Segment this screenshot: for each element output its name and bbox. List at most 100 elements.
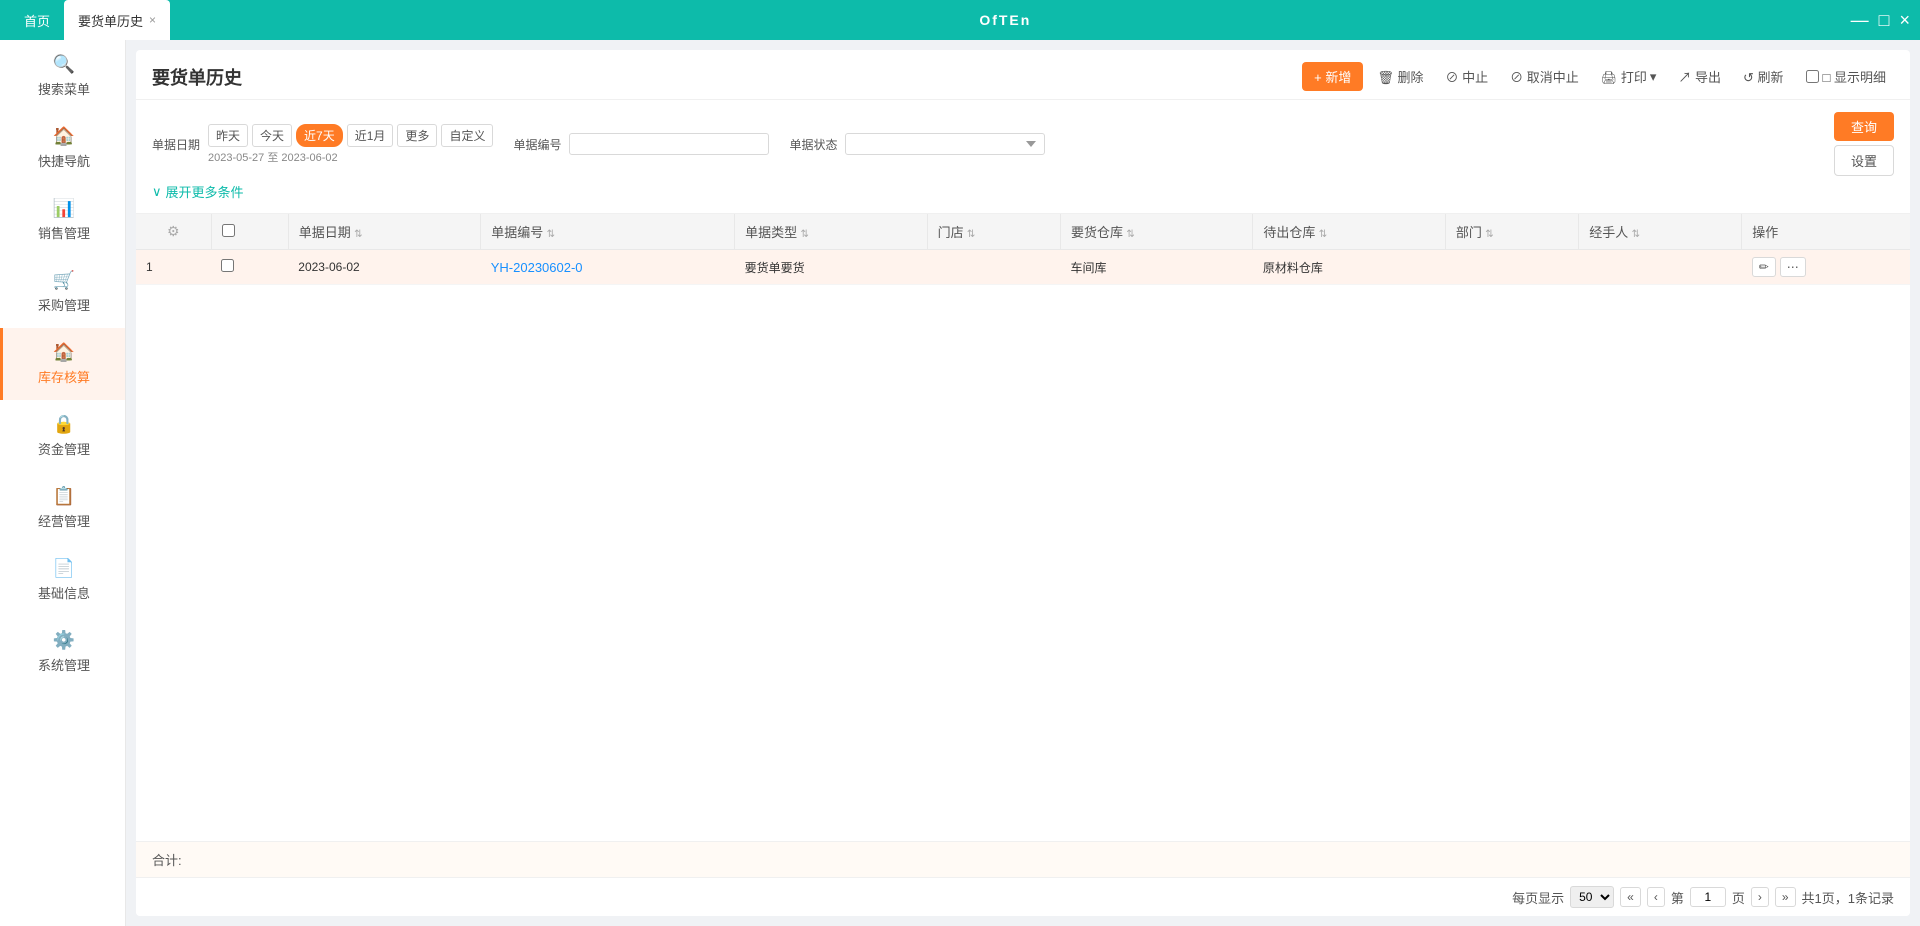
sidebar-item-sys-mgmt-label: 系统管理 (38, 655, 90, 674)
main-layout: 🔍 搜索菜单 🏠 快捷导航 📊 销售管理 🛒 采购管理 🏠 库存核算 🔒 资金管… (0, 40, 1920, 926)
col-pending-warehouse[interactable]: 待出仓库 (1253, 214, 1445, 250)
cancel-stop-button[interactable]: ⊘ 取消中止 (1502, 63, 1587, 90)
tab-requisition-label: 要货单历史 (78, 11, 143, 30)
col-req-warehouse[interactable]: 要货仓库 (1060, 214, 1252, 250)
pagination-bar: 每页显示 50 « ‹ 第 页 › » 共1页，1条记录 (136, 877, 1910, 916)
close-tab-icon[interactable]: × (149, 13, 156, 27)
sidebar-item-search-menu-label: 搜索菜单 (38, 79, 90, 98)
export-label: ↗ 导出 (1678, 67, 1721, 86)
fund-mgmt-icon: 🔒 (53, 414, 75, 435)
page-header: 要货单历史 + 新增 🗑 删除 ⊘ 中止 ⊘ 取消中止 🖨 打印 ▾ (136, 50, 1910, 100)
page-input[interactable] (1690, 887, 1726, 907)
row-req-warehouse: 车间库 (1060, 250, 1252, 285)
row-doc-no: YH-20230602-0 (481, 250, 735, 285)
display-detail-toggle[interactable]: □ 显示明细 (1798, 63, 1894, 90)
tab-home[interactable]: 首页 (10, 0, 64, 40)
sidebar-item-quick-nav[interactable]: 🏠 快捷导航 (0, 112, 125, 184)
doc-no-link[interactable]: YH-20230602-0 (491, 260, 583, 275)
sidebar-item-basic-info[interactable]: 📄 基础信息 (0, 544, 125, 616)
date-btn-1month[interactable]: 近1月 (347, 124, 394, 147)
row-handler (1579, 250, 1742, 285)
quick-nav-icon: 🏠 (53, 126, 75, 147)
last-page-btn[interactable]: » (1775, 887, 1796, 907)
print-dropdown-icon[interactable]: ▾ (1650, 69, 1657, 85)
col-settings[interactable]: ⚙ (136, 214, 211, 250)
stop-button[interactable]: ⊘ 中止 (1437, 63, 1496, 90)
page-content: 要货单历史 + 新增 🗑 删除 ⊘ 中止 ⊘ 取消中止 🖨 打印 ▾ (136, 50, 1910, 916)
page-label-prefix: 第 (1671, 888, 1684, 907)
col-checkbox (211, 214, 288, 250)
select-all-checkbox[interactable] (222, 224, 235, 237)
table-row: 1 2023-06-02 YH-20230602-0 要货单要货 车间库 原材料… (136, 250, 1910, 285)
summary-label: 合计: (152, 853, 182, 868)
col-dept[interactable]: 部门 (1445, 214, 1578, 250)
export-button[interactable]: ↗ 导出 (1670, 63, 1729, 90)
status-filter-label: 单据状态 (789, 136, 837, 153)
sidebar-item-ops-mgmt[interactable]: 📋 经营管理 (0, 472, 125, 544)
row-doc-date: 2023-06-02 (288, 250, 480, 285)
row-more-btn[interactable]: ⋯ (1780, 257, 1806, 277)
settings-button[interactable]: 设置 (1834, 145, 1894, 176)
row-doc-type: 要货单要货 (735, 250, 927, 285)
first-page-btn[interactable]: « (1620, 887, 1641, 907)
total-label: 共1页，1条记录 (1802, 888, 1894, 907)
display-detail-checkbox[interactable] (1806, 70, 1819, 83)
minimize-icon[interactable]: — (1851, 10, 1869, 31)
docno-filter-label: 单据编号 (513, 136, 561, 153)
date-btn-yesterday[interactable]: 昨天 (208, 124, 248, 147)
prev-page-btn[interactable]: ‹ (1647, 887, 1665, 907)
sidebar-item-search-menu[interactable]: 🔍 搜索菜单 (0, 40, 125, 112)
filter-area: 单据日期 昨天 今天 近7天 近1月 更多 自定义 2023-05-27 至 2… (136, 100, 1910, 214)
query-button[interactable]: 查询 (1834, 112, 1894, 141)
docno-filter-input[interactable] (569, 133, 769, 155)
print-button[interactable]: 🖨 打印 ▾ (1593, 63, 1665, 90)
date-btn-more[interactable]: 更多 (397, 124, 437, 147)
refresh-button[interactable]: ↺ 刷新 (1735, 63, 1792, 90)
next-page-btn[interactable]: › (1751, 887, 1769, 907)
col-doc-type[interactable]: 单据类型 (735, 214, 927, 250)
filter-row: 单据日期 昨天 今天 近7天 近1月 更多 自定义 2023-05-27 至 2… (152, 112, 1894, 176)
col-doc-no[interactable]: 单据编号 (481, 214, 735, 250)
new-button[interactable]: + 新增 (1302, 62, 1363, 91)
date-btn-custom[interactable]: 自定义 (441, 124, 493, 147)
delete-button[interactable]: 🗑 删除 (1369, 63, 1431, 90)
close-window-icon[interactable]: × (1899, 10, 1910, 31)
sidebar-item-sales-mgmt[interactable]: 📊 销售管理 (0, 184, 125, 256)
sales-mgmt-icon: 📊 (53, 198, 75, 219)
date-filter-label: 单据日期 (152, 136, 200, 153)
col-handler[interactable]: 经手人 (1579, 214, 1742, 250)
row-store (927, 250, 1060, 285)
sidebar-item-ops-mgmt-label: 经营管理 (38, 511, 90, 530)
sidebar-item-inventory-calc[interactable]: 🏠 库存核算 (0, 328, 125, 400)
filter-actions: 查询 设置 (1834, 112, 1894, 176)
filter-group-status: 单据状态 (789, 133, 1045, 155)
row-select-checkbox[interactable] (221, 259, 234, 272)
print-label: 🖨 打印 (1601, 67, 1647, 86)
col-store[interactable]: 门店 (927, 214, 1060, 250)
footer-summary: 合计: (136, 841, 1910, 877)
row-checkbox (211, 250, 288, 285)
date-btn-7days[interactable]: 近7天 (296, 124, 343, 147)
date-btn-today[interactable]: 今天 (252, 124, 292, 147)
brand-label: OfTEn (979, 12, 1031, 28)
sidebar-item-sales-mgmt-label: 销售管理 (38, 223, 90, 242)
data-table: ⚙ 单据日期 单据编号 单据类型 (136, 214, 1910, 285)
sidebar-item-inventory-calc-label: 库存核算 (38, 367, 90, 386)
row-pending-warehouse: 原材料仓库 (1253, 250, 1445, 285)
per-page-select[interactable]: 50 (1570, 886, 1614, 908)
sidebar-item-purchase-mgmt[interactable]: 🛒 采购管理 (0, 256, 125, 328)
display-detail-label: □ 显示明细 (1823, 67, 1886, 86)
col-ops: 操作 (1742, 214, 1910, 250)
status-filter-select[interactable] (845, 133, 1045, 155)
row-edit-btn[interactable]: ✏ (1752, 257, 1776, 277)
sidebar-item-basic-info-label: 基础信息 (38, 583, 90, 602)
sidebar-item-sys-mgmt[interactable]: ⚙️ 系统管理 (0, 616, 125, 688)
sidebar-item-fund-mgmt[interactable]: 🔒 资金管理 (0, 400, 125, 472)
sidebar-item-fund-mgmt-label: 资金管理 (38, 439, 90, 458)
expand-more-btn[interactable]: ∨ 展开更多条件 (152, 182, 1894, 201)
tab-requisition-history[interactable]: 要货单历史 × (64, 0, 170, 40)
col-doc-date[interactable]: 单据日期 (288, 214, 480, 250)
filter-group-date: 单据日期 昨天 今天 近7天 近1月 更多 自定义 2023-05-27 至 2… (152, 124, 493, 165)
sys-mgmt-icon: ⚙️ (53, 630, 75, 651)
maximize-icon[interactable]: □ (1879, 10, 1890, 31)
